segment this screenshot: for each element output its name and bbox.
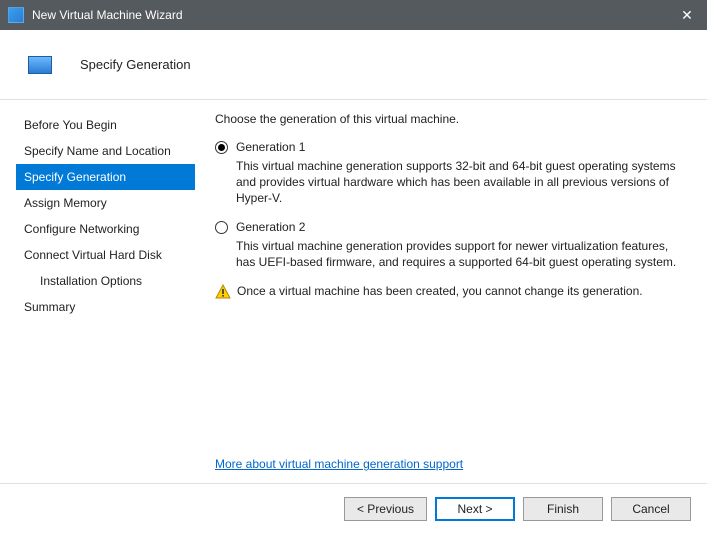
wizard-footer: < Previous Next > Finish Cancel (0, 483, 707, 533)
next-button[interactable]: Next > (435, 497, 515, 521)
cancel-button[interactable]: Cancel (611, 497, 691, 521)
radio-generation-2[interactable] (215, 221, 228, 234)
step-summary[interactable]: Summary (16, 294, 195, 320)
step-connect-vhd[interactable]: Connect Virtual Hard Disk (16, 242, 195, 268)
radio-generation-1[interactable] (215, 141, 228, 154)
option-generation-1[interactable]: Generation 1 (215, 140, 687, 154)
option-description: This virtual machine generation provides… (236, 238, 687, 270)
option-generation-2[interactable]: Generation 2 (215, 220, 687, 234)
instruction-text: Choose the generation of this virtual ma… (215, 112, 687, 126)
finish-button[interactable]: Finish (523, 497, 603, 521)
step-installation-options[interactable]: Installation Options (16, 268, 195, 294)
step-configure-networking[interactable]: Configure Networking (16, 216, 195, 242)
warning-icon (215, 284, 231, 300)
previous-button[interactable]: < Previous (344, 497, 427, 521)
app-icon (8, 7, 24, 23)
warning-text: Once a virtual machine has been created,… (237, 284, 643, 298)
page-title: Specify Generation (80, 57, 191, 72)
step-assign-memory[interactable]: Assign Memory (16, 190, 195, 216)
step-before-you-begin[interactable]: Before You Begin (16, 112, 195, 138)
close-button[interactable]: ✕ (667, 0, 707, 30)
step-specify-name-location[interactable]: Specify Name and Location (16, 138, 195, 164)
window-title: New Virtual Machine Wizard (32, 8, 667, 22)
more-info-link[interactable]: More about virtual machine generation su… (215, 457, 463, 471)
step-specify-generation[interactable]: Specify Generation (16, 164, 195, 190)
wizard-content: Choose the generation of this virtual ma… (195, 100, 707, 483)
warning-row: Once a virtual machine has been created,… (215, 284, 687, 300)
option-description: This virtual machine generation supports… (236, 158, 687, 206)
option-label: Generation 1 (236, 140, 305, 154)
wizard-header: Specify Generation (0, 30, 707, 100)
monitor-icon (28, 56, 52, 74)
wizard-steps-sidebar: Before You Begin Specify Name and Locati… (0, 100, 195, 483)
titlebar: New Virtual Machine Wizard ✕ (0, 0, 707, 30)
option-label: Generation 2 (236, 220, 305, 234)
